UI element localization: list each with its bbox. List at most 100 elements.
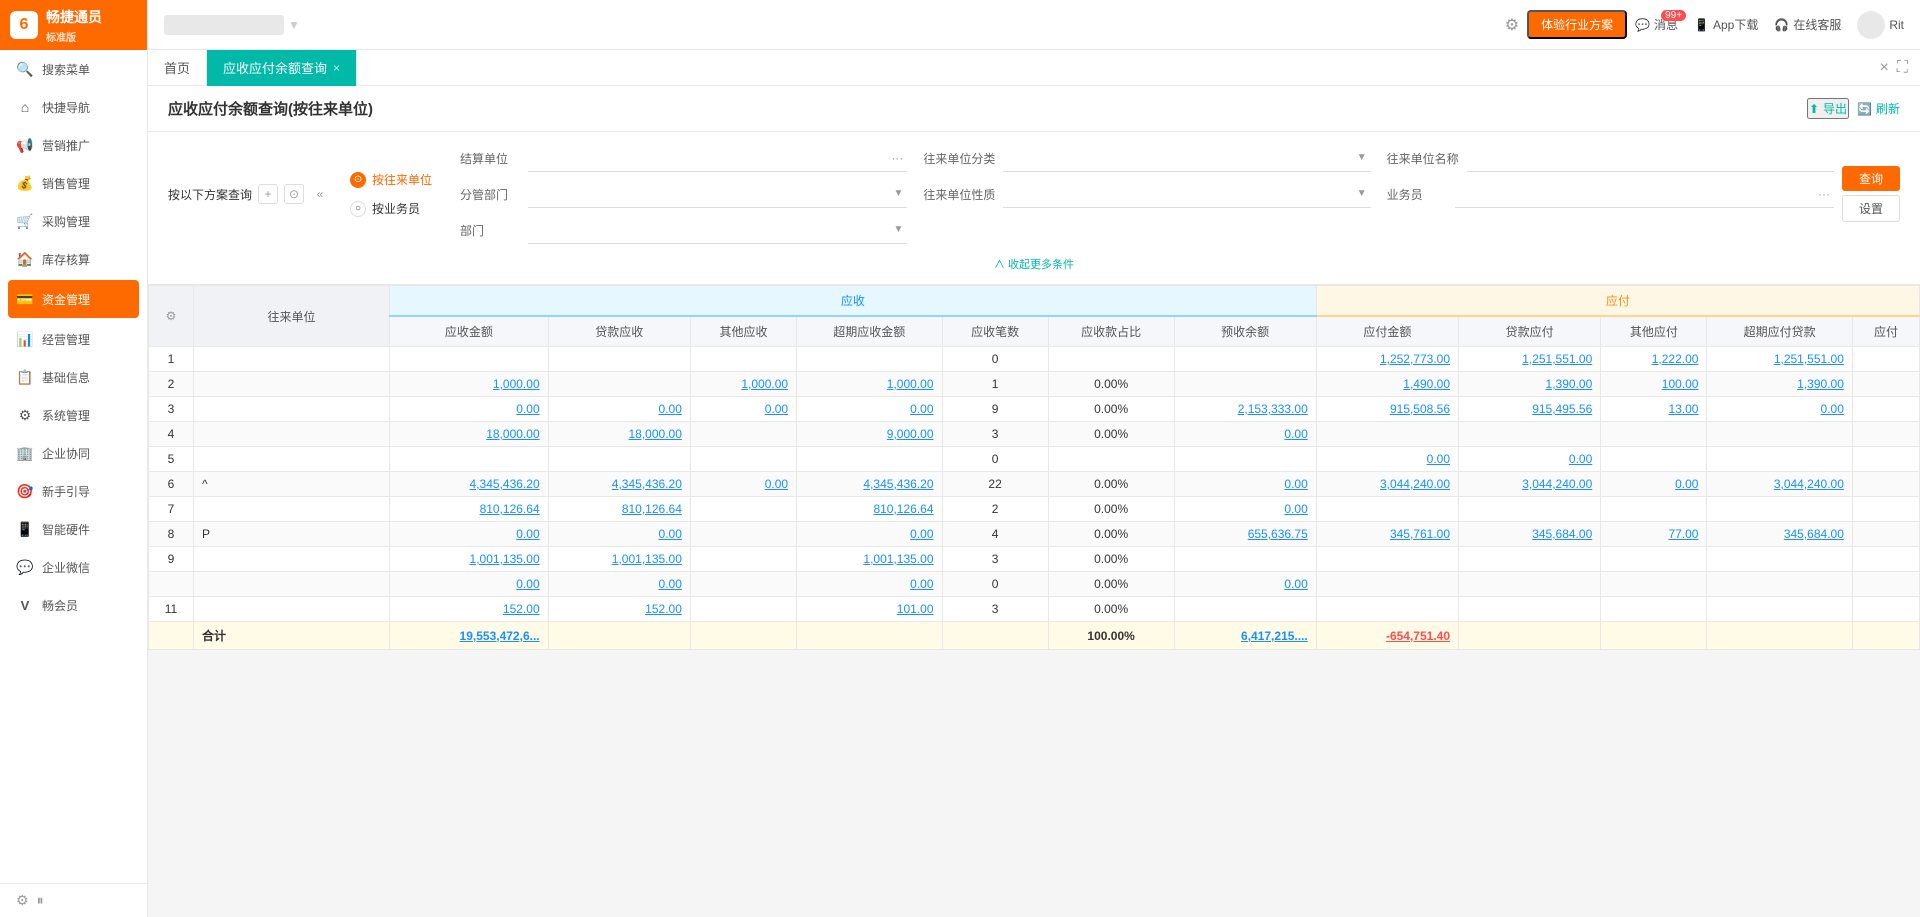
cell-5-11[interactable]: 0.00 <box>1601 472 1707 497</box>
cell-10-3[interactable]: 152.00 <box>548 597 690 622</box>
cell-2-9[interactable]: 915,508.56 <box>1316 397 1458 422</box>
topbar-service-btn[interactable]: 🎧 在线客服 <box>1774 16 1841 33</box>
dept-input[interactable]: ▼ <box>528 180 907 208</box>
sidebar-item-sales[interactable]: 💰 销售管理 <box>0 164 147 202</box>
sidebar-item-marketing[interactable]: 📢 营销推广 <box>0 126 147 164</box>
cell-7-9[interactable]: 345,761.00 <box>1316 522 1458 547</box>
sidebar-item-quick-nav[interactable]: ⌂ 快捷导航 <box>0 88 147 126</box>
cell-5-8[interactable]: 0.00 <box>1174 472 1316 497</box>
cell-1-5[interactable]: 1,000.00 <box>797 372 942 397</box>
footer-ar-prepay[interactable]: 6,417,215.... <box>1174 622 1316 650</box>
cell-7-8[interactable]: 655,636.75 <box>1174 522 1316 547</box>
sidebar-item-base-info[interactable]: 📋 基础信息 <box>0 358 147 396</box>
cell-4-10[interactable]: 0.00 <box>1459 447 1601 472</box>
cell-0-9[interactable]: 1,252,773.00 <box>1316 347 1458 372</box>
cell-1-12[interactable]: 1,390.00 <box>1707 372 1852 397</box>
window-close-icon[interactable]: × <box>1879 59 1888 77</box>
cell-6-5[interactable]: 810,126.64 <box>797 497 942 522</box>
table-container[interactable]: ⚙ 往来单位 应收 应付 应收金额 贷款应收 其他应收 超期应收金额 应收笔数 <box>148 285 1920 650</box>
topbar-promo-btn[interactable]: 体验行业方案 <box>1527 10 1627 39</box>
table-settings-icon[interactable]: ⚙ <box>157 302 185 330</box>
tab-home[interactable]: 首页 <box>148 50 207 86</box>
sidebar-item-finance[interactable]: 💳 资金管理 <box>8 280 139 318</box>
cell-5-4[interactable]: 0.00 <box>690 472 796 497</box>
cell-9-3[interactable]: 0.00 <box>548 572 690 597</box>
salesman-input[interactable]: ··· <box>1455 180 1834 208</box>
tab-active[interactable]: 应收应付余额查询 × <box>207 50 357 86</box>
cell-7-12[interactable]: 345,684.00 <box>1707 522 1852 547</box>
topbar-app-btn[interactable]: 📱 App下载 <box>1694 16 1758 33</box>
topbar-msg-btn[interactable]: 💬 消息 99+ <box>1635 16 1678 33</box>
sidebar-item-system[interactable]: ⚙ 系统管理 <box>0 396 147 434</box>
footer-ar-amount[interactable]: 19,553,472,6... <box>390 622 549 650</box>
cell-5-12[interactable]: 3,044,240.00 <box>1707 472 1852 497</box>
sidebar-item-search-menu[interactable]: 🔍 搜索菜单 <box>0 50 147 88</box>
partner-nature-input[interactable]: ▼ <box>1003 180 1370 208</box>
cell-2-11[interactable]: 13.00 <box>1601 397 1707 422</box>
cell-1-2[interactable]: 1,000.00 <box>390 372 549 397</box>
cell-0-11[interactable]: 1,222.00 <box>1601 347 1707 372</box>
sidebar-collapse-icon[interactable]: ⏸ <box>37 892 44 909</box>
filter-option-salesman[interactable]: ○ 按业务员 <box>342 196 440 221</box>
sidebar-item-member[interactable]: V 畅会员 <box>0 586 147 624</box>
cell-10-2[interactable]: 152.00 <box>390 597 549 622</box>
th-settings[interactable]: ⚙ <box>149 286 194 347</box>
filter-option-partner[interactable]: ⊙ 按往来单位 <box>342 167 440 192</box>
cell-2-12[interactable]: 0.00 <box>1707 397 1852 422</box>
cell-2-4[interactable]: 0.00 <box>690 397 796 422</box>
sidebar-item-corp-collab[interactable]: 🏢 企业协同 <box>0 434 147 472</box>
sidebar-item-purchase[interactable]: 🛒 采购管理 <box>0 202 147 240</box>
tab-close-icon[interactable]: × <box>333 61 340 75</box>
window-maximize-icon[interactable]: ⛶ <box>1897 59 1908 77</box>
partner-cat-input[interactable]: ▼ <box>1003 144 1370 172</box>
cell-1-4[interactable]: 1,000.00 <box>690 372 796 397</box>
cell-8-5[interactable]: 1,001,135.00 <box>797 547 942 572</box>
cell-3-5[interactable]: 9,000.00 <box>797 422 942 447</box>
cell-0-10[interactable]: 1,251,551.00 <box>1459 347 1601 372</box>
sidebar-item-guide[interactable]: 🎯 新手引导 <box>0 472 147 510</box>
partner-name-input[interactable] <box>1467 144 1834 172</box>
cell-3-3[interactable]: 18,000.00 <box>548 422 690 447</box>
cell-5-9[interactable]: 3,044,240.00 <box>1316 472 1458 497</box>
filter-collapse-btn[interactable]: « <box>310 184 330 204</box>
cell-8-3[interactable]: 1,001,135.00 <box>548 547 690 572</box>
dept2-input[interactable]: ▼ <box>528 216 907 244</box>
sidebar-item-operations[interactable]: 📊 经营管理 <box>0 320 147 358</box>
cell-2-3[interactable]: 0.00 <box>548 397 690 422</box>
cell-8-2[interactable]: 1,001,135.00 <box>390 547 549 572</box>
refresh-btn[interactable]: 🔄 刷新 <box>1857 98 1900 119</box>
cell-6-8[interactable]: 0.00 <box>1174 497 1316 522</box>
settlement-ellipsis[interactable]: ··· <box>891 151 903 165</box>
footer-ap-amount[interactable]: -654,751.40 <box>1316 622 1458 650</box>
cell-2-2[interactable]: 0.00 <box>390 397 549 422</box>
settlement-input[interactable]: ··· <box>528 144 907 172</box>
topbar-gear-icon[interactable]: ⚙ <box>1505 15 1519 35</box>
cell-1-9[interactable]: 1,490.00 <box>1316 372 1458 397</box>
cell-7-10[interactable]: 345,684.00 <box>1459 522 1601 547</box>
cell-0-12[interactable]: 1,251,551.00 <box>1707 347 1852 372</box>
filter-add-btn[interactable]: + <box>258 184 278 204</box>
query-btn[interactable]: 查询 <box>1842 166 1900 191</box>
cell-5-5[interactable]: 4,345,436.20 <box>797 472 942 497</box>
filter-settings-btn[interactable]: ⊙ <box>284 184 304 204</box>
sidebar-item-corp-wechat[interactable]: 💬 企业微信 <box>0 548 147 586</box>
cell-3-2[interactable]: 18,000.00 <box>390 422 549 447</box>
sidebar-settings-icon[interactable]: ⚙ <box>16 892 29 909</box>
cell-7-3[interactable]: 0.00 <box>548 522 690 547</box>
cell-1-10[interactable]: 1,390.00 <box>1459 372 1601 397</box>
cell-7-2[interactable]: 0.00 <box>390 522 549 547</box>
cell-10-5[interactable]: 101.00 <box>797 597 942 622</box>
filter-settings-label-btn[interactable]: 设置 <box>1842 195 1900 222</box>
cell-6-2[interactable]: 810,126.64 <box>390 497 549 522</box>
cell-5-10[interactable]: 3,044,240.00 <box>1459 472 1601 497</box>
cell-9-5[interactable]: 0.00 <box>797 572 942 597</box>
cell-7-11[interactable]: 77.00 <box>1601 522 1707 547</box>
cell-9-8[interactable]: 0.00 <box>1174 572 1316 597</box>
salesman-ellipsis[interactable]: ··· <box>1818 187 1830 201</box>
cell-2-5[interactable]: 0.00 <box>797 397 942 422</box>
topbar-user[interactable]: Rit <box>1857 11 1904 39</box>
cell-9-2[interactable]: 0.00 <box>390 572 549 597</box>
cell-6-3[interactable]: 810,126.64 <box>548 497 690 522</box>
cell-3-8[interactable]: 0.00 <box>1174 422 1316 447</box>
cell-2-8[interactable]: 2,153,333.00 <box>1174 397 1316 422</box>
